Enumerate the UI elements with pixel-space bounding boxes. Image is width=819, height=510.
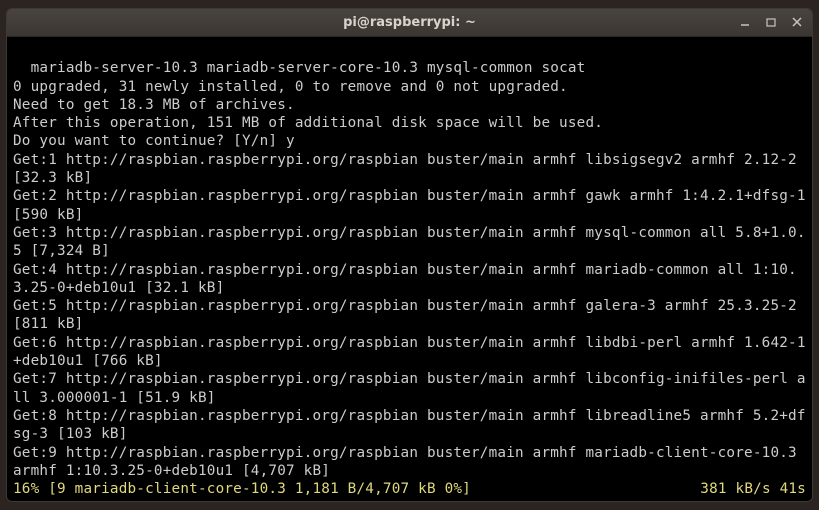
progress-left: 16% [9 mariadb-client-core-10.3 1,181 B/… — [13, 481, 471, 497]
terminal-line: Get:4 http://raspbian.raspberrypi.org/ra… — [13, 262, 797, 296]
titlebar[interactable]: pi@raspberrypi: ~ — [7, 9, 812, 37]
maximize-button[interactable] — [762, 13, 780, 31]
terminal-line: Get:9 http://raspbian.raspberrypi.org/ra… — [13, 445, 806, 479]
minimize-icon — [740, 17, 750, 27]
terminal-line: Get:5 http://raspbian.raspberrypi.org/ra… — [13, 298, 806, 332]
terminal-line: Get:8 http://raspbian.raspberrypi.org/ra… — [13, 408, 806, 442]
terminal-body[interactable]: mariadb-server-10.3 mariadb-server-core-… — [7, 37, 812, 501]
terminal-line: Need to get 18.3 MB of archives. — [13, 97, 295, 113]
terminal-line: 0 upgraded, 31 newly installed, 0 to rem… — [13, 79, 568, 95]
maximize-icon — [766, 17, 776, 27]
terminal-line: Get:1 http://raspbian.raspberrypi.org/ra… — [13, 152, 806, 186]
terminal-line: Get:7 http://raspbian.raspberrypi.org/ra… — [13, 371, 806, 405]
close-icon — [792, 17, 802, 27]
progress-status: 16% [9 mariadb-client-core-10.3 1,181 B/… — [13, 481, 471, 497]
terminal-line: Get:2 http://raspbian.raspberrypi.org/ra… — [13, 188, 812, 222]
progress-right: 381 kB/s 41s — [700, 480, 806, 498]
window-title: pi@raspberrypi: ~ — [343, 15, 476, 30]
terminal-line: Do you want to continue? [Y/n] y — [13, 133, 295, 149]
terminal-window: pi@raspberrypi: ~ mariadb-server-10.3 ma… — [6, 8, 813, 502]
close-button[interactable] — [788, 13, 806, 31]
terminal-line: Get:6 http://raspbian.raspberrypi.org/ra… — [13, 335, 806, 369]
minimize-button[interactable] — [736, 13, 754, 31]
window-controls — [736, 13, 806, 31]
terminal-line: mariadb-server-10.3 mariadb-server-core-… — [13, 60, 586, 76]
terminal-line: After this operation, 151 MB of addition… — [13, 115, 603, 131]
terminal-line: Get:3 http://raspbian.raspberrypi.org/ra… — [13, 225, 806, 259]
